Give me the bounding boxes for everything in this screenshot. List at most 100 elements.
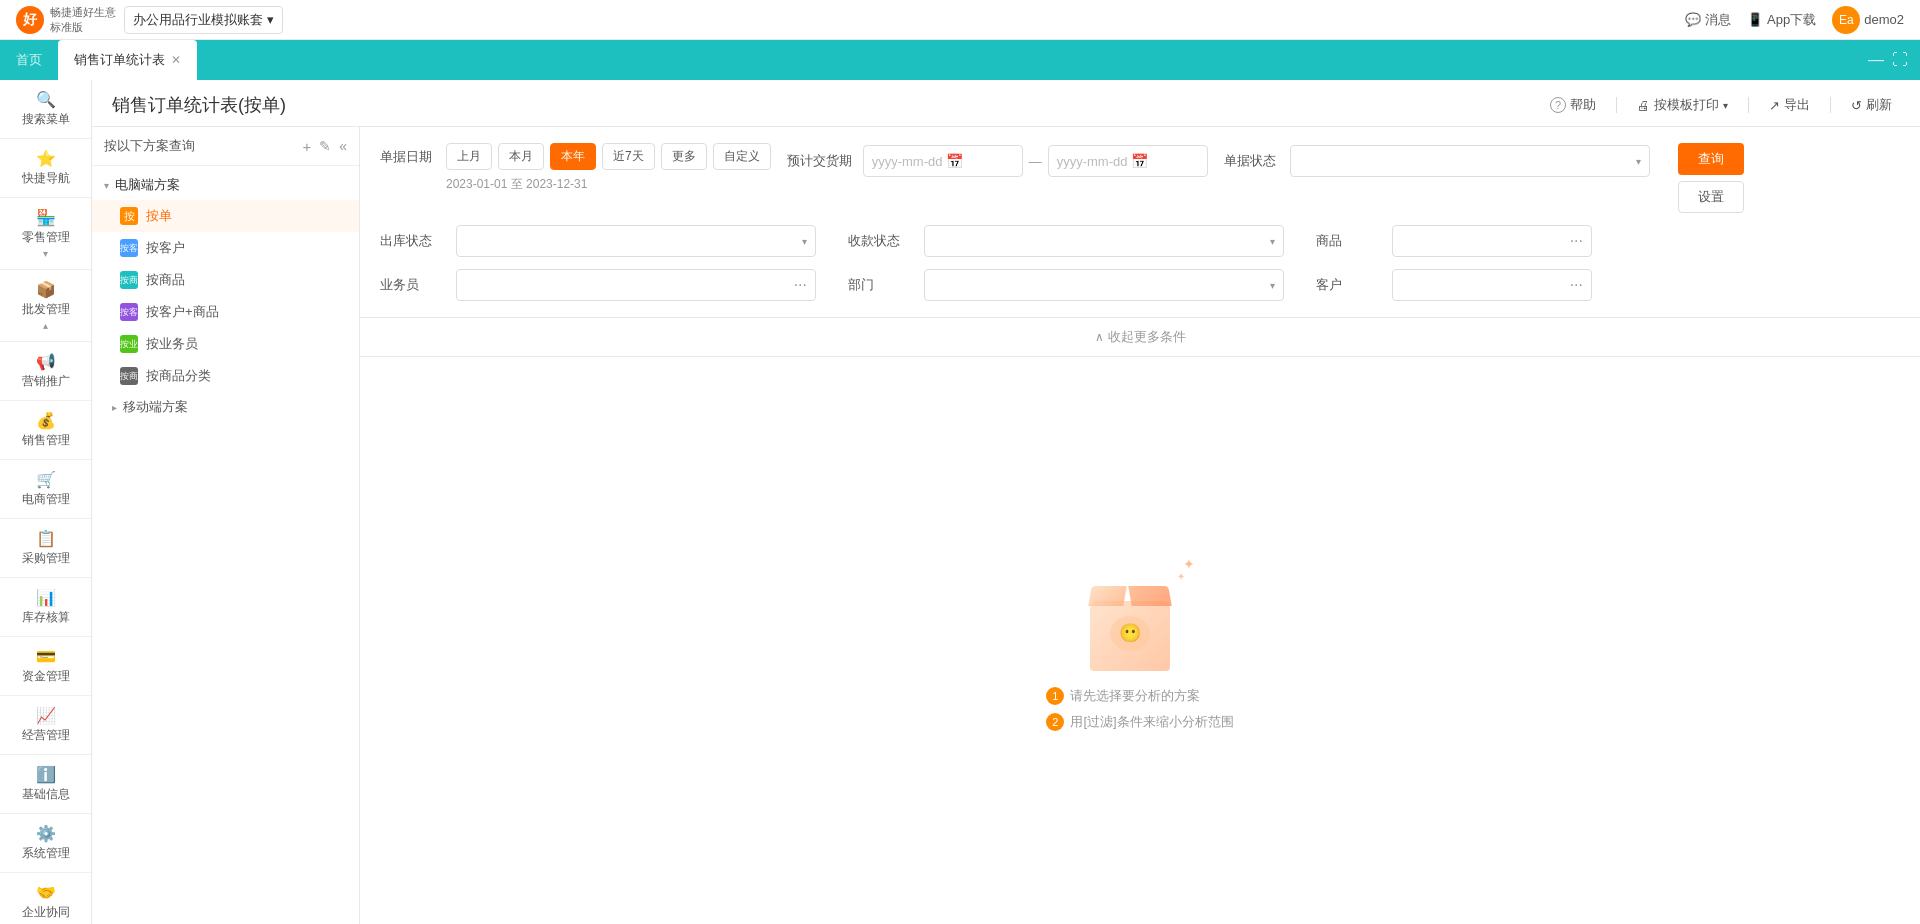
finance-mgmt-label: 资金管理 <box>22 668 70 685</box>
expected-delivery-to[interactable]: yyyy-mm-dd 📅 <box>1048 145 1208 177</box>
sidebar-item-basic-info[interactable]: ℹ️ 基础信息 <box>0 755 91 814</box>
tab-sales-order-stats[interactable]: 销售订单统计表 ✕ <box>58 40 197 80</box>
purchase-mgmt-icon: 📋 <box>36 529 56 548</box>
tree-child-by-salesperson[interactable]: 按业 按业务员 <box>92 328 359 360</box>
payment-status-select[interactable]: ▾ <box>924 225 1284 257</box>
split-layout: 按以下方案查询 + ✎ « ▾ 电脑端方案 按 <box>92 127 1920 924</box>
date-label: 单据日期 <box>380 148 440 166</box>
system-mgmt-icon: ⚙️ <box>36 824 56 843</box>
payment-status-label: 收款状态 <box>848 232 908 250</box>
search-menu-icon: 🔍 <box>36 90 56 109</box>
logo-icon: 好 <box>16 6 44 34</box>
empty-hint-2: 用[过滤]条件来缩小分析范围 <box>1070 713 1233 731</box>
sidebar-item-marketing[interactable]: 📢 营销推广 <box>0 342 91 401</box>
tree-child-by-goods[interactable]: 按商 按商品 <box>92 264 359 296</box>
sub-tree-mobile[interactable]: ▸ 移动端方案 <box>92 392 359 422</box>
delivery-status-select[interactable]: ▾ <box>456 225 816 257</box>
settings-btn[interactable]: 设置 <box>1678 181 1744 213</box>
right-panel: 单据日期 上月 本月 本年 近7天 更多 自定义 2023 <box>360 127 1920 924</box>
tree-child-by-goods-category[interactable]: 按商 按商品分类 <box>92 360 359 392</box>
left-panel-title: 按以下方案查询 <box>104 137 195 155</box>
expected-from-placeholder: yyyy-mm-dd <box>872 154 943 169</box>
message-btn[interactable]: 💬 消息 <box>1685 11 1731 29</box>
chevron-down-icon: ▾ <box>267 12 274 27</box>
query-btn[interactable]: 查询 <box>1678 143 1744 175</box>
tab-maximize-btn[interactable]: ⛶ <box>1892 51 1908 69</box>
this-month-btn[interactable]: 本月 <box>498 143 544 170</box>
sidebar-item-search-menu[interactable]: 🔍 搜索菜单 <box>0 80 91 139</box>
by-customer-label: 按客户 <box>146 239 185 257</box>
tree-child-by-customer-goods[interactable]: 按客 按客户+商品 <box>92 296 359 328</box>
collapse-panel-btn[interactable]: « <box>339 138 347 154</box>
sidebar-item-operation-mgmt[interactable]: 📈 经营管理 <box>0 696 91 755</box>
user-area[interactable]: Ea demo2 <box>1832 6 1904 34</box>
goods-dots-icon: ··· <box>1570 232 1583 250</box>
expected-delivery-label: 预计交货期 <box>787 152 857 170</box>
ecommerce-mgmt-label: 电商管理 <box>22 491 70 508</box>
sidebar-item-ecommerce-mgmt[interactable]: 🛒 电商管理 <box>0 460 91 519</box>
tab-bar: 首页 销售订单统计表 ✕ — ⛶ <box>0 40 1920 80</box>
customer-field[interactable]: ··· <box>1392 269 1592 301</box>
custom-btn[interactable]: 自定义 <box>713 143 771 170</box>
filter-row-2: 出库状态 ▾ 收款状态 ▾ 商品 ··· <box>380 225 1900 257</box>
empty-illustration: 😶 ✦ ✦ <box>1080 551 1200 671</box>
template-print-btn[interactable]: 🖨 按模板打印 ▾ <box>1629 92 1736 118</box>
salesperson-field[interactable]: ··· <box>456 269 816 301</box>
tab-close-icon[interactable]: ✕ <box>171 53 181 67</box>
sidebar-item-quick-nav[interactable]: ⭐ 快捷导航 <box>0 139 91 198</box>
last-month-btn[interactable]: 上月 <box>446 143 492 170</box>
inventory-check-label: 库存核算 <box>22 609 70 626</box>
goods-field[interactable]: ··· <box>1392 225 1592 257</box>
help-icon: ? <box>1550 97 1566 113</box>
by-goods-category-icon: 按商 <box>120 367 138 385</box>
app-download-btn[interactable]: 📱 App下载 <box>1747 11 1816 29</box>
app-selector[interactable]: 办公用品行业模拟账套 ▾ <box>124 6 283 34</box>
search-menu-label: 搜索菜单 <box>22 111 70 128</box>
more-btn[interactable]: 更多 <box>661 143 707 170</box>
sidebar-item-retail-mgmt[interactable]: 🏪 零售管理 ▾ <box>0 198 91 270</box>
sidebar-item-system-mgmt[interactable]: ⚙️ 系统管理 <box>0 814 91 873</box>
order-status-select[interactable]: ▾ <box>1290 145 1650 177</box>
add-scheme-btn[interactable]: + <box>302 138 311 155</box>
empty-step-2: 2 用[过滤]条件来缩小分析范围 <box>1046 713 1233 731</box>
last-7-days-btn[interactable]: 近7天 <box>602 143 655 170</box>
export-btn[interactable]: ↗ 导出 <box>1761 92 1818 118</box>
marketing-icon: 📢 <box>36 352 56 371</box>
basic-info-icon: ℹ️ <box>36 765 56 784</box>
tab-minimize-btn[interactable]: — <box>1868 51 1884 69</box>
tree-parent-pc[interactable]: ▾ 电脑端方案 <box>92 170 359 200</box>
help-btn[interactable]: ? 帮助 <box>1542 92 1604 118</box>
step-2-num: 2 <box>1046 713 1064 731</box>
export-label: 导出 <box>1784 96 1810 114</box>
top-bar-left: 好 畅捷通好生意 标准版 办公用品行业模拟账套 ▾ <box>16 5 283 34</box>
page-title: 销售订单统计表(按单) <box>112 93 286 117</box>
current-year-btn[interactable]: 本年 <box>550 143 596 170</box>
print-chevron-icon: ▾ <box>1723 100 1728 111</box>
marketing-label: 营销推广 <box>22 373 70 390</box>
by-order-label: 按单 <box>146 207 172 225</box>
refresh-label: 刷新 <box>1866 96 1892 114</box>
system-mgmt-label: 系统管理 <box>22 845 70 862</box>
mobile-scheme-label: 移动端方案 <box>123 398 188 416</box>
sidebar-item-wholesale-mgmt[interactable]: 📦 批发管理 ▴ <box>0 270 91 342</box>
tree-child-by-customer[interactable]: 按客 按客户 <box>92 232 359 264</box>
divider3 <box>1830 97 1831 113</box>
tab-home[interactable]: 首页 <box>0 40 58 80</box>
by-customer-goods-label: 按客户+商品 <box>146 303 219 321</box>
calendar-to-icon: 📅 <box>1131 153 1148 169</box>
template-print-label: 按模板打印 <box>1654 96 1719 114</box>
expected-delivery-from[interactable]: yyyy-mm-dd 📅 <box>863 145 1023 177</box>
collapse-bar[interactable]: ∧ 收起更多条件 <box>360 318 1920 357</box>
sidebar-item-sales-mgmt[interactable]: 💰 销售管理 <box>0 401 91 460</box>
sidebar-item-purchase-mgmt[interactable]: 📋 采购管理 <box>0 519 91 578</box>
tree-child-by-order[interactable]: 按 按单 <box>92 200 359 232</box>
by-goods-label: 按商品 <box>146 271 185 289</box>
refresh-btn[interactable]: ↺ 刷新 <box>1843 92 1900 118</box>
sidebar-item-inventory-check[interactable]: 📊 库存核算 <box>0 578 91 637</box>
salesperson-dots-icon: ··· <box>794 276 807 294</box>
sidebar-item-enterprise-cooperation[interactable]: 🤝 企业协同 <box>0 873 91 924</box>
edit-scheme-btn[interactable]: ✎ <box>319 138 331 154</box>
department-select[interactable]: ▾ <box>924 269 1284 301</box>
sidebar-item-finance-mgmt[interactable]: 💳 资金管理 <box>0 637 91 696</box>
by-goods-icon: 按商 <box>120 271 138 289</box>
